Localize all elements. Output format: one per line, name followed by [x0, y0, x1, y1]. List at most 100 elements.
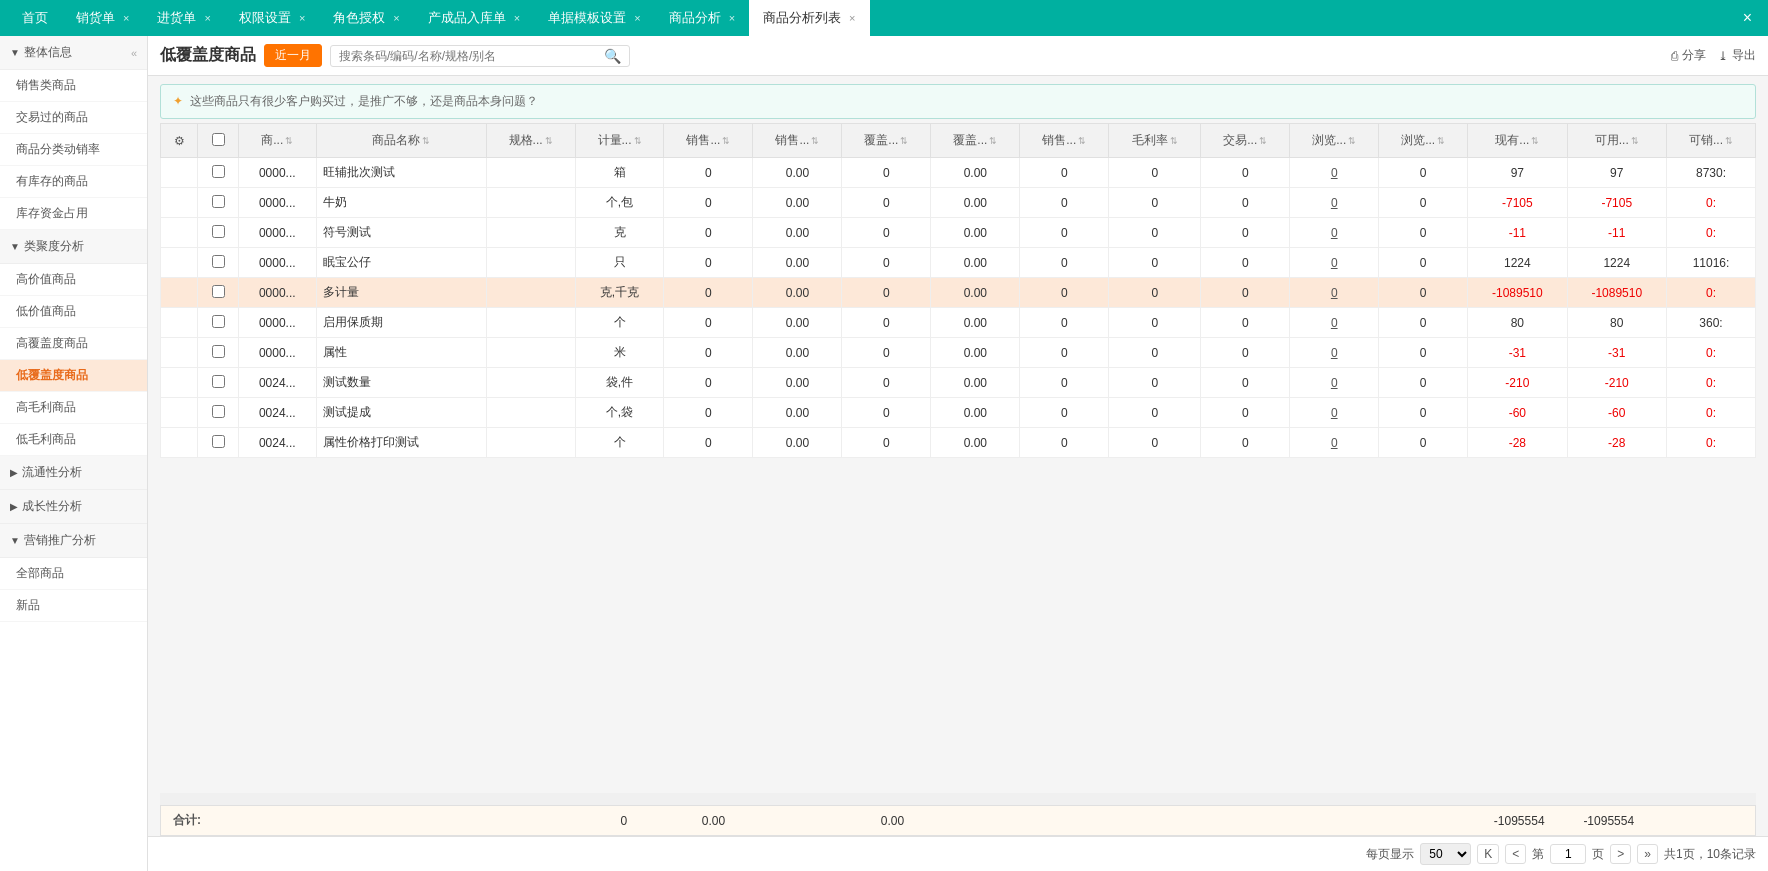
browse1-link[interactable]: 0: [1331, 166, 1338, 180]
row-check[interactable]: [212, 345, 225, 358]
sidebar-item-all-goods[interactable]: 全部商品: [0, 558, 147, 590]
row-browse1[interactable]: 0: [1290, 158, 1379, 188]
row-check[interactable]: [212, 195, 225, 208]
sidebar-item-high-coverage[interactable]: 高覆盖度商品: [0, 328, 147, 360]
row-checkbox[interactable]: [198, 158, 239, 188]
row-checkbox[interactable]: [198, 218, 239, 248]
row-checkbox[interactable]: [198, 338, 239, 368]
horizontal-scrollbar[interactable]: [160, 793, 1756, 805]
sidebar-item-traded-goods[interactable]: 交易过的商品: [0, 102, 147, 134]
sidebar-item-low-margin[interactable]: 低毛利商品: [0, 424, 147, 456]
close-icon[interactable]: ×: [729, 0, 735, 36]
page-size-select[interactable]: 50 100 200: [1420, 843, 1471, 865]
last-page-button[interactable]: »: [1637, 844, 1658, 864]
row-browse1[interactable]: 0: [1290, 278, 1379, 308]
col-stock-cur[interactable]: 现有...⇅: [1468, 124, 1567, 158]
sidebar-item-low-coverage[interactable]: 低覆盖度商品: [0, 360, 147, 392]
sidebar-item-sales-goods[interactable]: 销售类商品: [0, 70, 147, 102]
row-check[interactable]: [212, 165, 225, 178]
sidebar-section-overall[interactable]: ▼ 整体信息 «: [0, 36, 147, 70]
close-icon[interactable]: ×: [393, 0, 399, 36]
col-sales3[interactable]: 销售...⇅: [1020, 124, 1109, 158]
row-settings[interactable]: [161, 308, 198, 338]
row-browse1[interactable]: 0: [1290, 308, 1379, 338]
sidebar-item-in-stock[interactable]: 有库存的商品: [0, 166, 147, 198]
sidebar-item-high-value[interactable]: 高价值商品: [0, 264, 147, 296]
browse1-link[interactable]: 0: [1331, 406, 1338, 420]
page-input[interactable]: [1550, 844, 1586, 864]
row-check[interactable]: [212, 225, 225, 238]
sidebar-item-high-margin[interactable]: 高毛利商品: [0, 392, 147, 424]
col-unit[interactable]: 计量...⇅: [575, 124, 664, 158]
row-check[interactable]: [212, 435, 225, 448]
sidebar-item-new-goods[interactable]: 新品: [0, 590, 147, 622]
row-checkbox[interactable]: [198, 278, 239, 308]
col-spec[interactable]: 规格...⇅: [486, 124, 575, 158]
browse1-link[interactable]: 0: [1331, 346, 1338, 360]
row-check[interactable]: [212, 405, 225, 418]
row-browse1[interactable]: 0: [1290, 368, 1379, 398]
nav-tab-permissions[interactable]: 权限设置 ×: [225, 0, 319, 36]
nav-tab-analysis-list[interactable]: 商品分析列表 ×: [749, 0, 869, 36]
next-page-button[interactable]: >: [1610, 844, 1631, 864]
row-settings[interactable]: [161, 428, 198, 458]
row-browse1[interactable]: 0: [1290, 338, 1379, 368]
col-gross[interactable]: 毛利率⇅: [1109, 124, 1201, 158]
close-icon[interactable]: ×: [299, 0, 305, 36]
nav-tab-template[interactable]: 单据模板设置 ×: [534, 0, 654, 36]
row-settings[interactable]: [161, 158, 198, 188]
row-checkbox[interactable]: [198, 248, 239, 278]
prev-page-button[interactable]: <: [1505, 844, 1526, 864]
nav-tab-analysis[interactable]: 商品分析 ×: [655, 0, 749, 36]
close-icon[interactable]: ×: [123, 0, 129, 36]
row-settings[interactable]: [161, 218, 198, 248]
col-sales-amt[interactable]: 销售...⇅: [753, 124, 842, 158]
browse1-link[interactable]: 0: [1331, 286, 1338, 300]
nav-tab-roles[interactable]: 角色授权 ×: [319, 0, 413, 36]
sidebar-section-growth[interactable]: ▶ 成长性分析: [0, 490, 147, 524]
collapse-icon[interactable]: «: [131, 47, 137, 59]
close-icon[interactable]: ×: [514, 0, 520, 36]
col-stock-sale[interactable]: 可销...⇅: [1666, 124, 1755, 158]
col-sales-qty[interactable]: 销售...⇅: [664, 124, 753, 158]
time-filter-month[interactable]: 近一月: [264, 44, 322, 67]
col-browse2[interactable]: 浏览...⇅: [1379, 124, 1468, 158]
close-icon[interactable]: ×: [849, 0, 855, 36]
nav-tab-home[interactable]: 首页: [8, 0, 62, 36]
sidebar-item-category-rate[interactable]: 商品分类动销率: [0, 134, 147, 166]
row-check[interactable]: [212, 285, 225, 298]
sidebar-item-low-value[interactable]: 低价值商品: [0, 296, 147, 328]
col-name[interactable]: 商品名称⇅: [316, 124, 486, 158]
close-icon[interactable]: ×: [634, 0, 640, 36]
row-checkbox[interactable]: [198, 308, 239, 338]
first-page-button[interactable]: K: [1477, 844, 1499, 864]
search-input[interactable]: [339, 49, 604, 63]
browse1-link[interactable]: 0: [1331, 226, 1338, 240]
row-settings[interactable]: [161, 278, 198, 308]
browse1-link[interactable]: 0: [1331, 376, 1338, 390]
browse1-link[interactable]: 0: [1331, 256, 1338, 270]
col-stock-avail[interactable]: 可用...⇅: [1567, 124, 1666, 158]
row-check[interactable]: [212, 375, 225, 388]
row-settings[interactable]: [161, 398, 198, 428]
col-settings[interactable]: ⚙: [161, 124, 198, 158]
col-trade[interactable]: 交易...⇅: [1201, 124, 1290, 158]
row-settings[interactable]: [161, 338, 198, 368]
select-all-checkbox[interactable]: [212, 133, 225, 146]
row-settings[interactable]: [161, 188, 198, 218]
nav-tab-sales[interactable]: 销货单 ×: [62, 0, 143, 36]
row-checkbox[interactable]: [198, 188, 239, 218]
col-browse1[interactable]: 浏览...⇅: [1290, 124, 1379, 158]
browse1-link[interactable]: 0: [1331, 316, 1338, 330]
sidebar-section-marketing[interactable]: ▼ 营销推广分析: [0, 524, 147, 558]
sidebar-section-cluster[interactable]: ▼ 类聚度分析: [0, 230, 147, 264]
row-browse1[interactable]: 0: [1290, 428, 1379, 458]
nav-tab-product-in[interactable]: 产成品入库单 ×: [414, 0, 534, 36]
export-button[interactable]: ⤓ 导出: [1718, 47, 1756, 64]
col-cover2[interactable]: 覆盖...⇅: [931, 124, 1020, 158]
browse1-link[interactable]: 0: [1331, 436, 1338, 450]
row-settings[interactable]: [161, 248, 198, 278]
nav-tab-purchase[interactable]: 进货单 ×: [143, 0, 224, 36]
sidebar-item-stock-capital[interactable]: 库存资金占用: [0, 198, 147, 230]
close-icon[interactable]: ×: [204, 0, 210, 36]
